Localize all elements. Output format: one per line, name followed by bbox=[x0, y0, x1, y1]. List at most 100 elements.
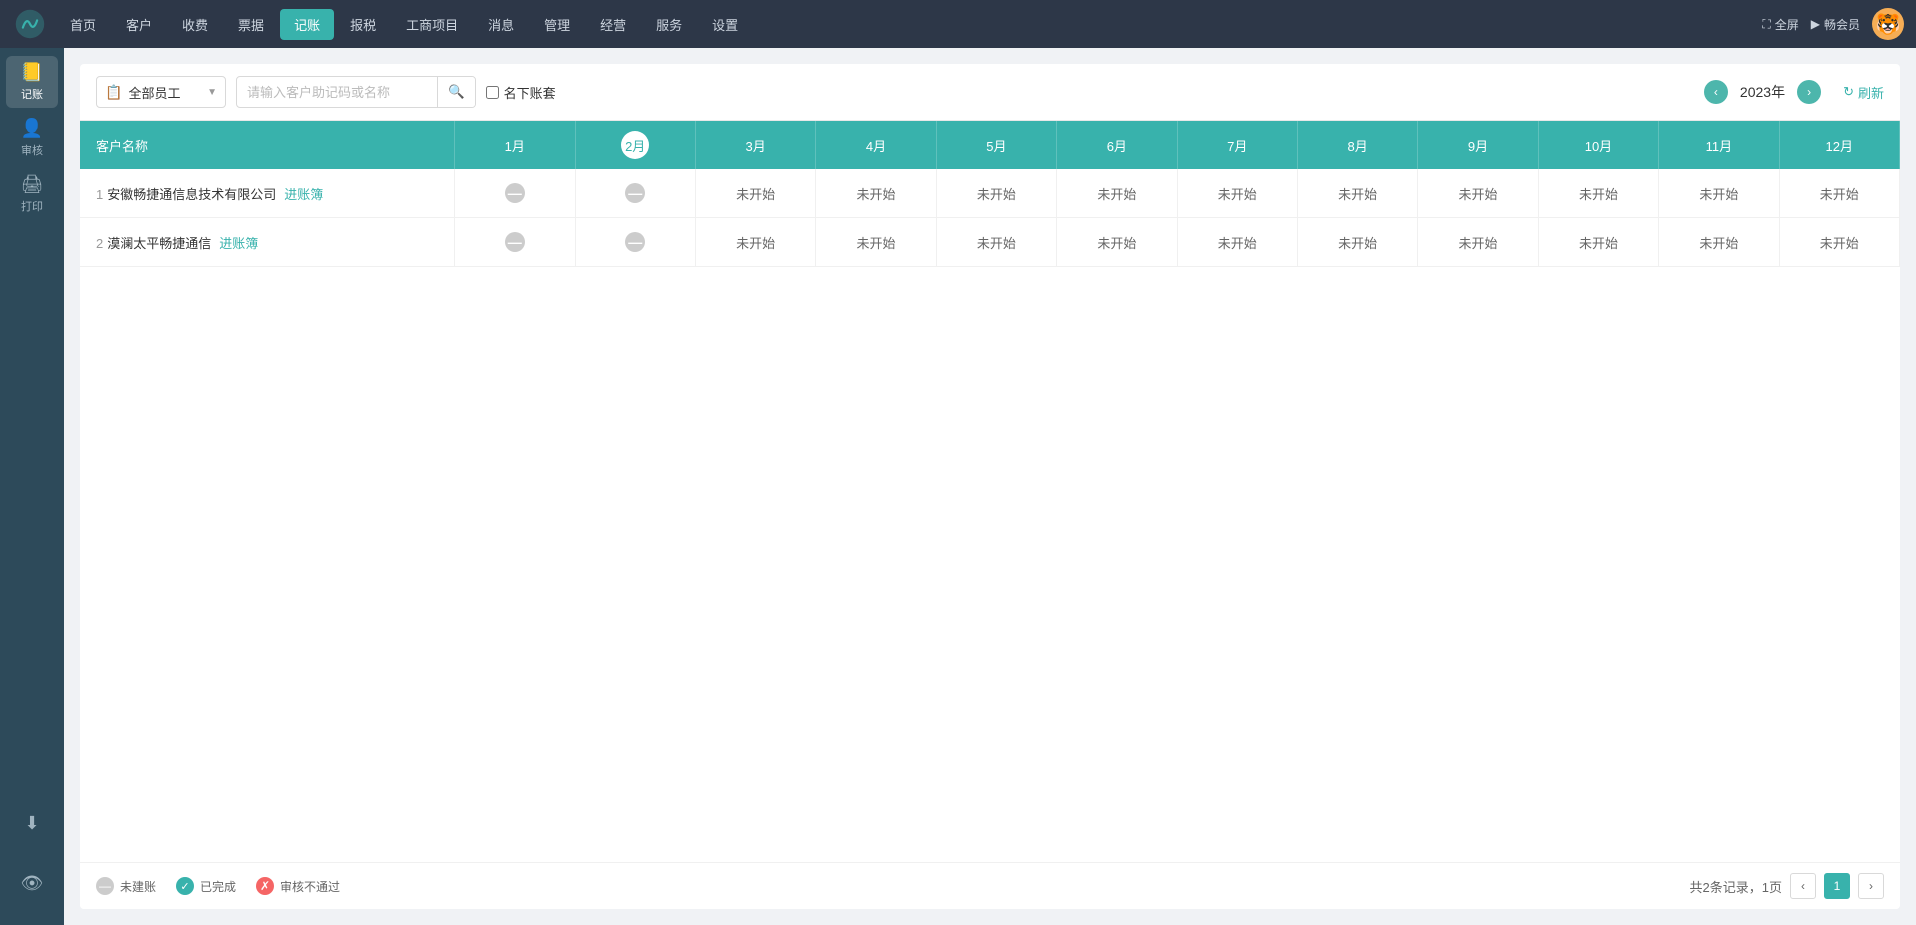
top-nav: 首页 客户 收费 票据 记账 报税 工商项目 消息 管理 经营 服务 设置 ⛶ … bbox=[0, 0, 1916, 48]
checkbox-label[interactable]: 名下账套 bbox=[486, 83, 556, 102]
refresh-button[interactable]: ↻ 刷新 bbox=[1843, 83, 1884, 102]
search-box: 🔍 bbox=[236, 76, 476, 108]
month-cell-3: 未开始 bbox=[695, 218, 815, 267]
nav-items: 首页 客户 收费 票据 记账 报税 工商项目 消息 管理 经营 服务 设置 bbox=[56, 9, 1762, 40]
month-cell-7: 未开始 bbox=[1177, 169, 1297, 218]
enter-ledger-link[interactable]: 进账簿 bbox=[219, 236, 258, 251]
legend-not-created-label: 未建账 bbox=[120, 878, 156, 895]
under-account-checkbox[interactable] bbox=[486, 86, 499, 99]
table-row: 2漠澜太平畅捷通信进账簿——未开始未开始未开始未开始未开始未开始未开始未开始未开… bbox=[80, 218, 1900, 267]
table-header-row: 客户名称 1月 2月 3月 4月 5月 6月 7月 8月 9月 10月 11月 bbox=[80, 121, 1900, 169]
nav-message[interactable]: 消息 bbox=[474, 9, 528, 40]
sidebar-bottom: ⬇ 👁 bbox=[6, 797, 58, 925]
th-month-11: 11月 bbox=[1659, 121, 1779, 169]
sidebar-item-view[interactable]: 👁 bbox=[6, 857, 58, 909]
dash-icon: — bbox=[505, 232, 525, 252]
review-icon: 👤 bbox=[21, 118, 43, 139]
next-page-button[interactable]: › bbox=[1858, 873, 1884, 899]
month-cell-9: 未开始 bbox=[1418, 169, 1538, 218]
sidebar-item-download[interactable]: ⬇ bbox=[6, 797, 58, 849]
month-cell-1: — bbox=[455, 218, 575, 267]
nav-invoice[interactable]: 票据 bbox=[224, 9, 278, 40]
nav-billing[interactable]: 收费 bbox=[168, 9, 222, 40]
th-month-2: 2月 bbox=[575, 121, 695, 169]
refresh-label: 刷新 bbox=[1858, 83, 1884, 102]
legend-rejected-label: 审核不通过 bbox=[280, 878, 340, 895]
nav-customer[interactable]: 客户 bbox=[112, 9, 166, 40]
toolbar: 📋 全部员工 ▼ 🔍 名下账套 ‹ 2023年 › bbox=[80, 64, 1900, 121]
month-cell-5: 未开始 bbox=[936, 169, 1056, 218]
nav-operations[interactable]: 经营 bbox=[586, 9, 640, 40]
sidebar-item-review[interactable]: 👤 审核 bbox=[6, 112, 58, 164]
legend-not-created: — 未建账 bbox=[96, 877, 156, 895]
th-month-8: 8月 bbox=[1297, 121, 1417, 169]
nav-service[interactable]: 服务 bbox=[642, 9, 696, 40]
logo bbox=[12, 6, 48, 42]
prev-year-button[interactable]: ‹ bbox=[1704, 80, 1728, 104]
nav-settings[interactable]: 设置 bbox=[698, 9, 752, 40]
nav-commerce[interactable]: 工商项目 bbox=[392, 9, 472, 40]
sidebar-item-print[interactable]: 🖨 打印 bbox=[6, 168, 58, 220]
row-index: 2 bbox=[96, 236, 103, 251]
month-cell-10: 未开始 bbox=[1538, 218, 1658, 267]
page-1-button[interactable]: 1 bbox=[1824, 873, 1850, 899]
nav-right: ⛶ 全屏 ▶ 畅会员 🐯 bbox=[1762, 8, 1904, 40]
left-sidebar: 📒 记账 👤 审核 🖨 打印 ⬇ 👁 bbox=[0, 48, 64, 925]
not-created-icon: — bbox=[96, 877, 114, 895]
nav-home[interactable]: 首页 bbox=[56, 9, 110, 40]
month-cell-10: 未开始 bbox=[1538, 169, 1658, 218]
month-cell-6: 未开始 bbox=[1057, 218, 1177, 267]
nav-management[interactable]: 管理 bbox=[530, 9, 584, 40]
sidebar-item-bookkeeping[interactable]: 📒 记账 bbox=[6, 56, 58, 108]
chevron-down-icon: ▼ bbox=[207, 87, 217, 98]
dash-icon: — bbox=[505, 183, 525, 203]
fullscreen-icon: ⛶ bbox=[1762, 17, 1770, 32]
th-customer-name: 客户名称 bbox=[80, 121, 455, 169]
month-cell-4: 未开始 bbox=[816, 169, 936, 218]
vip-icon: ▶ bbox=[1811, 17, 1820, 31]
th-month-9: 9月 bbox=[1418, 121, 1538, 169]
nav-bookkeeping[interactable]: 记账 bbox=[280, 9, 334, 40]
month-cell-8: 未开始 bbox=[1297, 169, 1417, 218]
avatar[interactable]: 🐯 bbox=[1872, 8, 1904, 40]
checkbox-text: 名下账套 bbox=[504, 83, 556, 102]
th-month-6: 6月 bbox=[1057, 121, 1177, 169]
bookkeeping-icon: 📒 bbox=[21, 62, 43, 83]
search-icon: 🔍 bbox=[448, 84, 465, 100]
employee-icon: 📋 bbox=[105, 84, 122, 101]
next-year-button[interactable]: › bbox=[1797, 80, 1821, 104]
enter-ledger-link[interactable]: 进账簿 bbox=[284, 187, 323, 202]
legend-completed-label: 已完成 bbox=[200, 878, 236, 895]
customer-name: 安徽畅捷通信息技术有限公司 bbox=[107, 187, 276, 202]
customer-name: 漠澜太平畅捷通信 bbox=[107, 236, 211, 251]
month-cell-11: 未开始 bbox=[1659, 169, 1779, 218]
completed-icon: ✓ bbox=[176, 877, 194, 895]
fullscreen-button[interactable]: ⛶ 全屏 bbox=[1762, 16, 1798, 33]
th-month-4: 4月 bbox=[816, 121, 936, 169]
month-cell-4: 未开始 bbox=[816, 218, 936, 267]
employee-label: 全部员工 bbox=[128, 83, 201, 102]
th-month-7: 7月 bbox=[1177, 121, 1297, 169]
employee-select[interactable]: 📋 全部员工 ▼ bbox=[96, 76, 226, 108]
search-button[interactable]: 🔍 bbox=[437, 76, 475, 108]
download-icon: ⬇ bbox=[24, 813, 39, 834]
th-month-1: 1月 bbox=[455, 121, 575, 169]
month-cell-5: 未开始 bbox=[936, 218, 1056, 267]
dash-icon: — bbox=[625, 232, 645, 252]
content-area: 📋 全部员工 ▼ 🔍 名下账套 ‹ 2023年 › bbox=[64, 48, 1916, 925]
prev-page-button[interactable]: ‹ bbox=[1790, 873, 1816, 899]
vip-label: 畅会员 bbox=[1824, 16, 1860, 33]
nav-tax[interactable]: 报税 bbox=[336, 9, 390, 40]
customer-name-cell: 2 漠澜太平畅捷通信进账簿 bbox=[80, 218, 455, 267]
table-wrapper: 客户名称 1月 2月 3月 4月 5月 6月 7月 8月 9月 10月 11月 bbox=[80, 121, 1900, 862]
dash-icon: — bbox=[625, 183, 645, 203]
month-cell-12: 未开始 bbox=[1779, 218, 1899, 267]
vip-button[interactable]: ▶ 畅会员 bbox=[1811, 16, 1860, 33]
main-table: 客户名称 1月 2月 3月 4月 5月 6月 7月 8月 9月 10月 11月 bbox=[80, 121, 1900, 267]
th-month-12: 12月 bbox=[1779, 121, 1899, 169]
search-input[interactable] bbox=[237, 81, 437, 104]
footer: — 未建账 ✓ 已完成 ✗ 审核不通过 共2条记录，1页 ‹ 1 › bbox=[80, 862, 1900, 909]
total-records: 共2条记录，1页 bbox=[1690, 877, 1782, 896]
legend-rejected: ✗ 审核不通过 bbox=[256, 877, 340, 895]
th-month-5: 5月 bbox=[936, 121, 1056, 169]
